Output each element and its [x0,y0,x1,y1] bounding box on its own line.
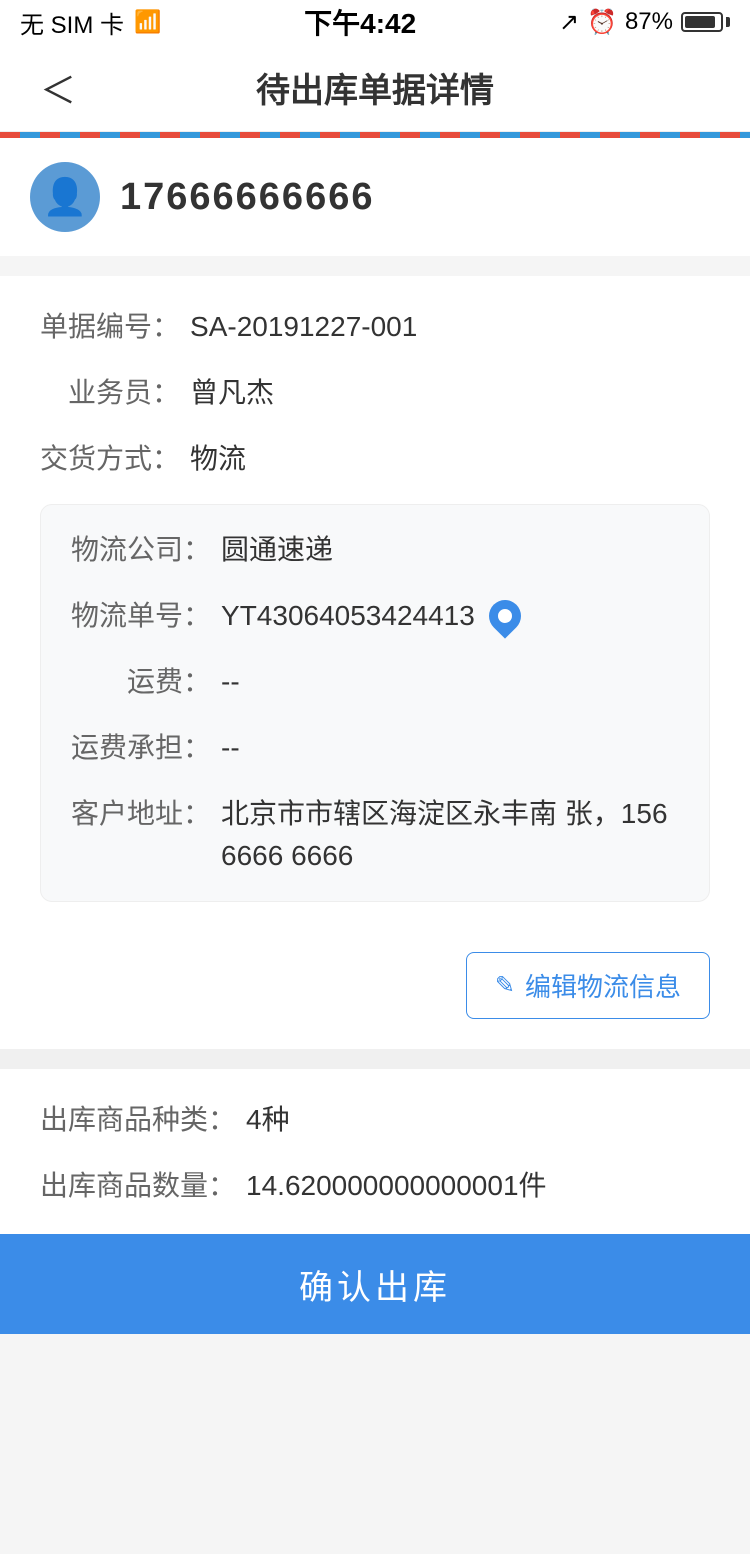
logistics-company-value: 圆通速递 [221,529,679,571]
status-bar: 无 SIM 卡 📶 下午4:42 ↗ ⏰ 87% [0,0,750,44]
logistics-company-row: 物流公司： 圆通速递 [71,529,679,571]
tracking-number-text: YT43064053424413 [221,595,475,637]
delivery-row: 交货方式： 物流 [40,438,710,480]
goods-quantity-row: 出库商品数量： 14.620000000000001件 [40,1165,710,1207]
delivery-value: 物流 [190,438,710,480]
salesperson-label: 业务员： [40,372,180,414]
location-pin-icon[interactable] [482,593,527,638]
goods-types-row: 出库商品种类： 4种 [40,1099,710,1141]
user-phone: 17666666666 [120,176,374,219]
status-time: 下午4:42 [304,2,416,42]
battery-bar [681,12,730,32]
carrier-label: 无 SIM 卡 [20,5,124,40]
freight-bearer-label: 运费承担： [71,727,211,769]
delivery-label: 交货方式： [40,438,180,480]
freight-row: 运费： -- [71,661,679,703]
alarm-icon: ⏰ [587,8,617,37]
address-value: 北京市市辖区海淀区永丰南 张，156 6666 6666 [221,793,679,877]
logistics-company-label: 物流公司： [71,529,211,571]
goods-quantity-value: 14.620000000000001件 [246,1165,710,1207]
bottom-spacer [0,1334,750,1554]
goods-quantity-label: 出库商品数量： [40,1165,236,1207]
edit-logistics-button[interactable]: ✎ 编辑物流信息 [466,952,710,1019]
status-right: ↗ ⏰ 87% [559,8,730,37]
confirm-button[interactable]: 确认出库 [0,1234,750,1334]
avatar: 👤 [30,162,100,232]
freight-value: -- [221,661,679,703]
status-left: 无 SIM 卡 📶 [20,5,161,40]
goods-types-label: 出库商品种类： [40,1099,236,1141]
doc-number-value: SA-20191227-001 [190,306,710,348]
edit-logistics-btn-row: ✎ 编辑物流信息 [40,932,710,1019]
address-row: 客户地址： 北京市市辖区海淀区永丰南 张，156 6666 6666 [71,793,679,877]
edit-logistics-label: 编辑物流信息 [525,967,681,1004]
doc-number-label: 单据编号： [40,306,180,348]
logistics-tracking-value: YT43064053424413 [221,595,679,637]
document-info-section: 单据编号： SA-20191227-001 业务员： 曾凡杰 交货方式： 物流 … [0,276,750,1049]
edit-icon: ✎ [495,971,515,1000]
logistics-tracking-label: 物流单号： [71,595,211,637]
address-label: 客户地址： [71,793,211,835]
freight-bearer-value: -- [221,727,679,769]
doc-number-row: 单据编号： SA-20191227-001 [40,306,710,348]
back-button[interactable]: ＜ [30,52,86,124]
logistics-tracking-row: 物流单号： YT43064053424413 [71,595,679,637]
freight-label: 运费： [71,661,211,703]
salesperson-row: 业务员： 曾凡杰 [40,372,710,414]
goods-types-value: 4种 [246,1099,710,1141]
battery-percentage: 87% [625,8,673,36]
section-divider [0,1049,750,1069]
salesperson-value: 曾凡杰 [190,372,710,414]
confirm-label: 确认出库 [299,1260,451,1309]
page-title: 待出库单据详情 [256,63,494,112]
freight-bearer-row: 运费承担： -- [71,727,679,769]
logistics-card: 物流公司： 圆通速递 物流单号： YT43064053424413 运费： --… [40,504,710,902]
user-header: 👤 17666666666 [0,138,750,256]
nav-bar: ＜ 待出库单据详情 [0,44,750,132]
user-icon: 👤 [43,176,88,218]
location-status-icon: ↗ [559,8,579,37]
wifi-icon: 📶 [134,9,161,35]
